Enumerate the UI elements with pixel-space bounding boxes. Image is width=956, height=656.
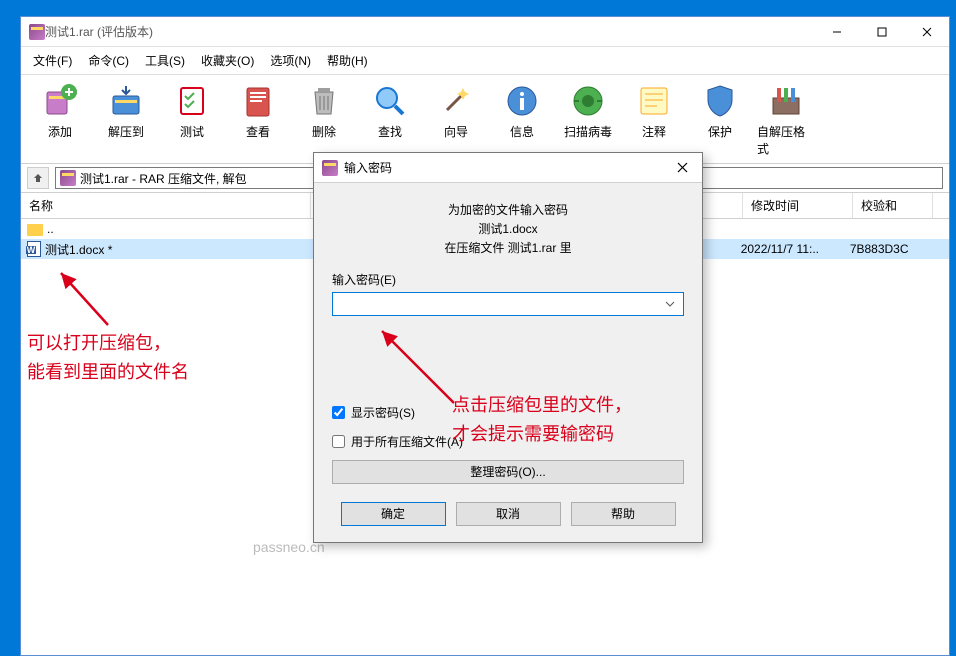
col-date[interactable]: 修改时间: [743, 193, 853, 218]
toolbar-comment[interactable]: 注释: [625, 79, 683, 159]
maximize-button[interactable]: [859, 17, 904, 47]
view-icon: [238, 81, 278, 121]
menu-file[interactable]: 文件(F): [25, 49, 80, 72]
col-crc[interactable]: 校验和: [853, 193, 933, 218]
menu-options[interactable]: 选项(N): [262, 49, 319, 72]
toolbar-add[interactable]: 添加: [31, 79, 89, 159]
sfx-icon: [766, 81, 806, 121]
password-input[interactable]: [332, 292, 684, 316]
toolbar-protect[interactable]: 保护: [691, 79, 749, 159]
window-title: 测试1.rar (评估版本): [45, 23, 814, 40]
close-button[interactable]: [904, 17, 949, 47]
dialog-close-button[interactable]: [662, 153, 702, 183]
show-password-check[interactable]: 显示密码(S): [314, 404, 702, 421]
protect-icon: [700, 81, 740, 121]
ok-button[interactable]: 确定: [341, 502, 446, 526]
scan-icon: [568, 81, 608, 121]
menubar: 文件(F) 命令(C) 工具(S) 收藏夹(O) 选项(N) 帮助(H): [21, 47, 949, 75]
col-name[interactable]: 名称: [21, 193, 311, 218]
titlebar: 测试1.rar (评估版本): [21, 17, 949, 47]
docx-icon: [27, 241, 41, 257]
dialog-message: 为加密的文件输入密码 测试1.docx 在压缩文件 测试1.rar 里: [314, 183, 702, 271]
menu-help[interactable]: 帮助(H): [319, 49, 376, 72]
folder-icon: [27, 224, 43, 236]
chevron-down-icon[interactable]: [661, 295, 679, 313]
annotation-arrow-left: [53, 265, 123, 335]
show-password-checkbox[interactable]: [332, 406, 345, 419]
toolbar-wizard[interactable]: 向导: [427, 79, 485, 159]
annotation-left: 可以打开压缩包， 能看到里面的文件名: [27, 329, 189, 387]
password-label: 输入密码(E): [332, 271, 684, 288]
toolbar-view[interactable]: 查看: [229, 79, 287, 159]
all-archives-check[interactable]: 用于所有压缩文件(A): [314, 433, 702, 450]
wizard-icon: [436, 81, 476, 121]
password-dialog: 输入密码 为加密的文件输入密码 测试1.docx 在压缩文件 测试1.rar 里…: [313, 152, 703, 543]
dialog-title: 输入密码: [344, 159, 662, 176]
toolbar-info[interactable]: 信息: [493, 79, 551, 159]
test-icon: [172, 81, 212, 121]
up-button[interactable]: [27, 167, 49, 189]
dialog-app-icon: [322, 160, 338, 176]
toolbar: 添加 解压到 测试 查看 删除 查找: [21, 75, 949, 164]
cancel-button[interactable]: 取消: [456, 502, 561, 526]
help-button[interactable]: 帮助: [571, 502, 676, 526]
archive-icon: [60, 170, 76, 186]
extract-icon: [106, 81, 146, 121]
app-icon: [29, 24, 45, 40]
toolbar-test[interactable]: 测试: [163, 79, 221, 159]
toolbar-extract[interactable]: 解压到: [97, 79, 155, 159]
toolbar-sfx[interactable]: 自解压格式: [757, 79, 815, 159]
delete-icon: [304, 81, 344, 121]
toolbar-scan[interactable]: 扫描病毒: [559, 79, 617, 159]
info-icon: [502, 81, 542, 121]
menu-favorites[interactable]: 收藏夹(O): [193, 49, 262, 72]
menu-tools[interactable]: 工具(S): [137, 49, 193, 72]
all-archives-checkbox[interactable]: [332, 435, 345, 448]
minimize-button[interactable]: [814, 17, 859, 47]
manage-passwords-button[interactable]: 整理密码(O)...: [332, 460, 684, 484]
toolbar-find[interactable]: 查找: [361, 79, 419, 159]
menu-commands[interactable]: 命令(C): [80, 49, 137, 72]
dialog-titlebar: 输入密码: [314, 153, 702, 183]
find-icon: [370, 81, 410, 121]
comment-icon: [634, 81, 674, 121]
add-icon: [40, 81, 80, 121]
toolbar-delete[interactable]: 删除: [295, 79, 353, 159]
path-text: 测试1.rar - RAR 压缩文件, 解包: [80, 170, 247, 187]
